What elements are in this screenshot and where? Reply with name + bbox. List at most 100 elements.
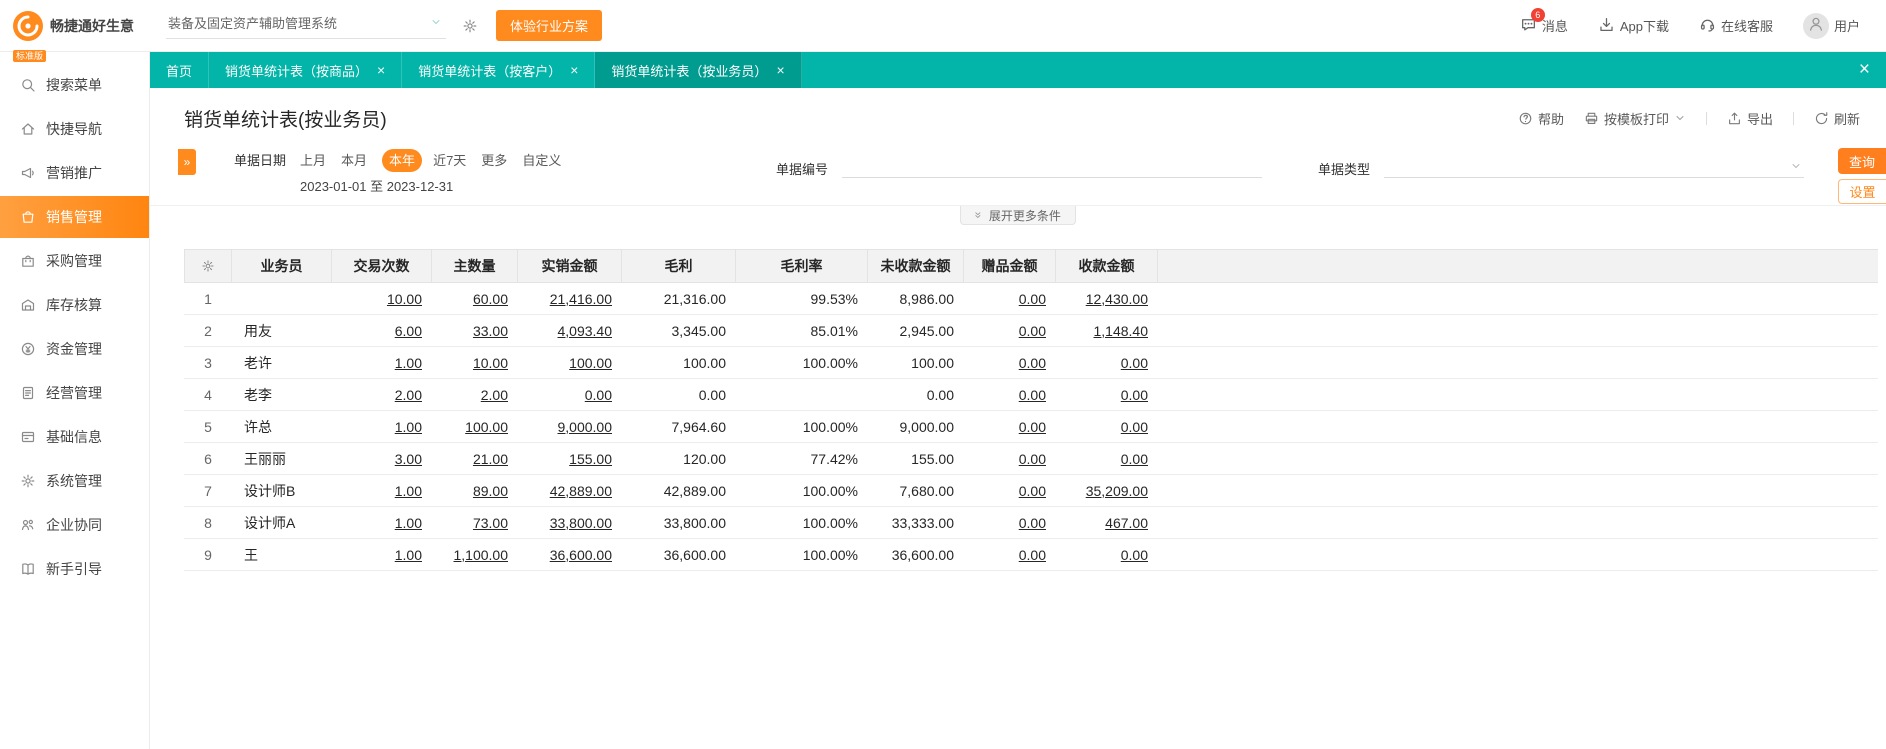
date-option[interactable]: 更多 [481,153,507,168]
column-header[interactable]: 收款金额 [1056,249,1158,283]
cell-value[interactable]: 100.00 [518,347,622,378]
cell-value[interactable]: 1.00 [332,475,432,506]
product-select[interactable]: 装备及固定资产辅助管理系统 [166,13,446,39]
tab[interactable]: 首页 [150,52,210,88]
cell-value[interactable]: 0.00 [964,475,1056,506]
close-icon[interactable]: × [570,62,578,78]
tab[interactable]: 销货单统计表（按商品） × [209,52,403,88]
sidebar-item-marketing[interactable]: 营销推广 [0,152,149,194]
help-button[interactable]: 帮助 [1518,109,1564,128]
cell-value[interactable]: 36,600.00 [518,539,622,570]
date-option[interactable]: 本年 [382,149,423,172]
cell-value[interactable]: 0.00 [964,539,1056,570]
sidebar-item-funds[interactable]: 资金管理 [0,328,149,370]
cell-value[interactable]: 0.00 [1056,347,1158,378]
tab[interactable]: 销货单统计表（按客户） × [402,52,596,88]
cell-value[interactable]: 1,148.40 [1056,315,1158,346]
export-button[interactable]: 导出 [1727,109,1773,128]
cell-value[interactable]: 33,800.00 [518,507,622,538]
sidebar-item-search-menu[interactable]: 搜索菜单 [0,64,149,106]
close-icon[interactable]: × [377,62,385,78]
close-all-tabs-button[interactable]: × [1843,59,1886,81]
search-button[interactable]: 查询 [1838,148,1886,174]
sidebar-item-enterprise[interactable]: 企业协同 [0,504,149,546]
sidebar-item-inventory[interactable]: 库存核算 [0,284,149,326]
online-support-button[interactable]: 在线客服 [1699,16,1773,36]
column-header[interactable]: 交易次数 [332,249,432,283]
cell-value[interactable]: 1.00 [332,507,432,538]
column-header[interactable]: 业务员 [232,249,332,283]
cell-value[interactable]: 0.00 [964,315,1056,346]
close-icon[interactable]: × [776,62,784,78]
print-button[interactable]: 按模板打印 [1584,109,1686,128]
sidebar-item-purchase[interactable]: 采购管理 [0,240,149,282]
cell-value[interactable]: 33.00 [432,315,518,346]
cell-value[interactable]: 100.00 [432,411,518,442]
doc-no-input[interactable] [842,156,1263,178]
cell-value[interactable]: 0.00 [964,379,1056,410]
cell-value[interactable]: 89.00 [432,475,518,506]
cell-value[interactable]: 0.00 [964,507,1056,538]
cell-value[interactable]: 9,000.00 [518,411,622,442]
sidebar-item-system[interactable]: 系统管理 [0,460,149,502]
date-option[interactable]: 近7天 [433,153,466,168]
sidebar-item-sales[interactable]: 销售管理 [0,196,149,238]
tab-label: 销货单统计表（按业务员） [611,63,768,79]
date-option[interactable]: 自定义 [522,153,561,168]
cell-value[interactable]: 1.00 [332,411,432,442]
cell-value[interactable]: 10.00 [332,283,432,314]
messages-button[interactable]: 6 消息 [1520,7,1568,36]
column-header[interactable]: 未收款金额 [868,249,964,283]
industry-solution-button[interactable]: 体验行业方案 [496,10,603,41]
cell-value[interactable]: 0.00 [1056,443,1158,474]
cell-value[interactable]: 6.00 [332,315,432,346]
cell-value[interactable]: 0.00 [964,347,1056,378]
column-header[interactable]: 毛利 [622,249,736,283]
date-option[interactable]: 上月 [300,153,326,168]
user-menu[interactable]: 用户 [1802,12,1860,39]
cell-value[interactable]: 3.00 [332,443,432,474]
column-settings-button[interactable] [184,249,232,283]
sidebar-item-operations[interactable]: 经营管理 [0,372,149,414]
cell-value[interactable]: 21.00 [432,443,518,474]
cell-value[interactable]: 12,430.00 [1056,283,1158,314]
doc-type-select[interactable] [1384,156,1805,178]
cell-value[interactable]: 35,209.00 [1056,475,1158,506]
cell-value[interactable]: 42,889.00 [518,475,622,506]
app-download-button[interactable]: App下载 [1598,16,1669,36]
column-header[interactable]: 赠品金额 [964,249,1056,283]
cell-value[interactable]: 1.00 [332,539,432,570]
sidebar-item-quick-nav[interactable]: 快捷导航 [0,108,149,150]
cell-value[interactable]: 73.00 [432,507,518,538]
sidebar-item-guide[interactable]: 新手引导 [0,548,149,590]
expand-more-button[interactable]: » 展开更多条件 [960,205,1076,225]
settings-button[interactable]: 设置 [1838,179,1886,204]
cell-value[interactable]: 0.00 [1056,411,1158,442]
cell-value[interactable]: 2.00 [432,379,518,410]
column-header[interactable]: 毛利率 [736,249,868,283]
gear-icon[interactable] [462,18,478,34]
column-header[interactable]: 主数量 [432,249,518,283]
cell-value[interactable]: 0.00 [964,283,1056,314]
refresh-button[interactable]: 刷新 [1814,109,1860,128]
cell-value[interactable]: 0.00 [964,411,1056,442]
date-option[interactable]: 本月 [341,153,367,168]
cell-value[interactable]: 1,100.00 [432,539,518,570]
cell-value[interactable]: 155.00 [518,443,622,474]
cell-value[interactable]: 4,093.40 [518,315,622,346]
cell-value[interactable]: 21,416.00 [518,283,622,314]
cell-value[interactable]: 60.00 [432,283,518,314]
column-header[interactable]: 实销金额 [518,249,622,283]
collapse-filters-button[interactable]: » [178,149,196,175]
cell-value[interactable]: 0.00 [1056,379,1158,410]
cell-value[interactable]: 10.00 [432,347,518,378]
cell-value[interactable]: 2.00 [332,379,432,410]
tab[interactable]: 销货单统计表（按业务员） × [595,52,802,88]
cell-value[interactable]: 467.00 [1056,507,1158,538]
cell-value[interactable]: 0.00 [518,379,622,410]
cell-value[interactable]: 1.00 [332,347,432,378]
cell-value[interactable]: 0.00 [964,443,1056,474]
cell-value[interactable]: 0.00 [1056,539,1158,570]
sidebar-item-base-info[interactable]: 基础信息 [0,416,149,458]
date-range-value[interactable]: 2023-01-01 至 2023-12-31 [300,176,576,195]
